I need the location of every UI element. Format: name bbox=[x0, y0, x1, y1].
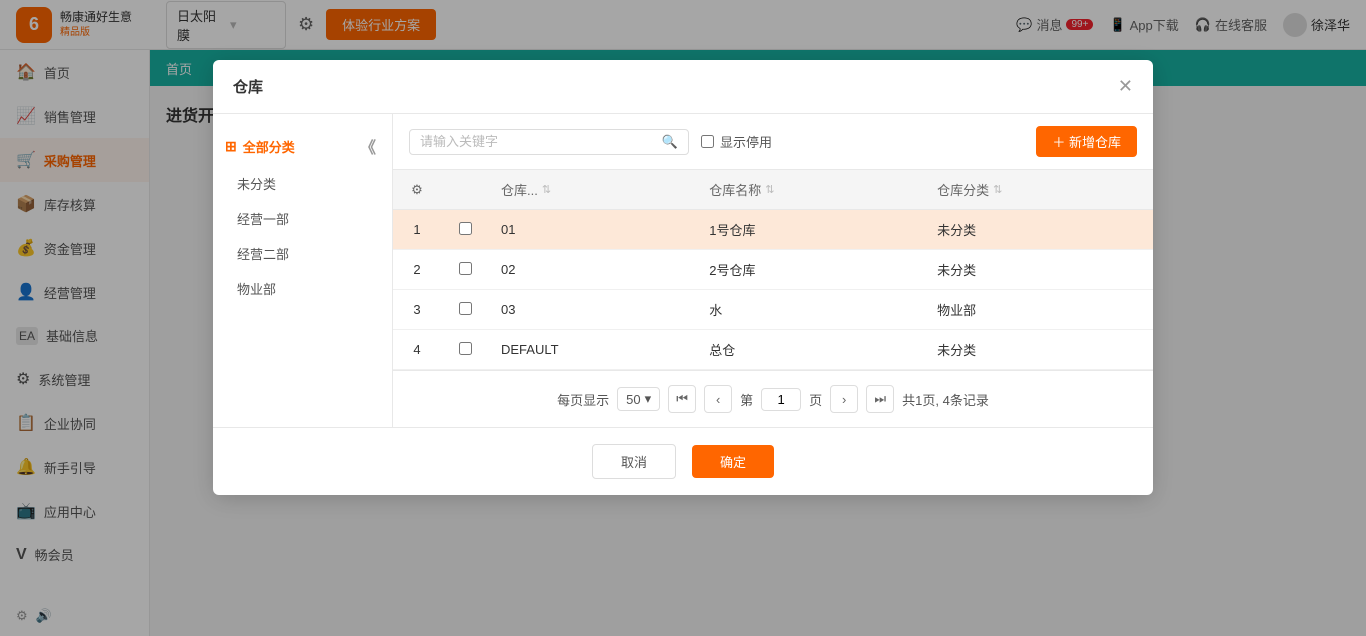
prev-page-button[interactable]: ‹ bbox=[704, 385, 732, 413]
row4-no: 4 bbox=[393, 330, 441, 370]
row3-check[interactable] bbox=[441, 290, 489, 330]
th-check bbox=[441, 170, 489, 210]
category-item-ops2[interactable]: 经营二部 bbox=[213, 236, 392, 271]
table-row[interactable]: 3 03 水 物业部 bbox=[393, 290, 1153, 330]
modal-body: ⊞ 全部分类 《 未分类 经营一部 经营二部 物业部 🔍 显示停用 bbox=[213, 114, 1153, 427]
row2-category: 未分类 bbox=[925, 250, 1153, 290]
pagination: 每页显示 50 ▾ ⏮ ‹ 第 页 › ⏭ 共1页, 4条记录 bbox=[393, 370, 1153, 427]
row4-category: 未分类 bbox=[925, 330, 1153, 370]
first-page-button[interactable]: ⏮ bbox=[668, 385, 696, 413]
row3-name: 水 bbox=[697, 290, 925, 330]
th-code[interactable]: 仓库... ⇅ bbox=[489, 170, 697, 210]
row2-no: 2 bbox=[393, 250, 441, 290]
row2-code: 02 bbox=[489, 250, 697, 290]
next-page-button[interactable]: › bbox=[830, 385, 858, 413]
modal-header: 仓库 ✕ bbox=[213, 60, 1153, 114]
category-item-property[interactable]: 物业部 bbox=[213, 271, 392, 306]
row1-category: 未分类 bbox=[925, 210, 1153, 250]
th-setting[interactable]: ⚙ bbox=[393, 170, 441, 210]
th-category[interactable]: 仓库分类 ⇅ bbox=[925, 170, 1153, 210]
sort-name-icon: ⇅ bbox=[765, 183, 774, 196]
confirm-button[interactable]: 确定 bbox=[692, 445, 774, 478]
table-row[interactable]: 4 DEFAULT 总仓 未分类 bbox=[393, 330, 1153, 370]
row1-no: 1 bbox=[393, 210, 441, 250]
last-page-button[interactable]: ⏭ bbox=[866, 385, 894, 413]
row4-name: 总仓 bbox=[697, 330, 925, 370]
modal-title: 仓库 bbox=[233, 76, 263, 97]
table-row[interactable]: 2 02 2号仓库 未分类 bbox=[393, 250, 1153, 290]
row1-checkbox[interactable] bbox=[459, 222, 472, 235]
row3-category: 物业部 bbox=[925, 290, 1153, 330]
category-item-uncategorized[interactable]: 未分类 bbox=[213, 166, 392, 201]
category-item-ops1[interactable]: 经营一部 bbox=[213, 201, 392, 236]
table-panel: 🔍 显示停用 ＋ 新增仓库 ⚙ bbox=[393, 114, 1153, 427]
category-grid-icon: ⊞ bbox=[225, 138, 237, 155]
row2-name: 2号仓库 bbox=[697, 250, 925, 290]
row3-code: 03 bbox=[489, 290, 697, 330]
toolbar-right: ＋ 新增仓库 bbox=[1036, 126, 1137, 157]
category-all-header[interactable]: ⊞ 全部分类 《 bbox=[213, 126, 392, 166]
row1-check[interactable] bbox=[441, 210, 489, 250]
row4-check[interactable] bbox=[441, 330, 489, 370]
table-header-row: ⚙ 仓库... ⇅ 仓库名称 ⇅ bbox=[393, 170, 1153, 210]
page-number-input[interactable] bbox=[761, 388, 801, 411]
modal-footer: 取消 确定 bbox=[213, 427, 1153, 495]
row2-checkbox[interactable] bbox=[459, 262, 472, 275]
show-disabled-checkbox[interactable] bbox=[701, 135, 714, 148]
row2-check[interactable] bbox=[441, 250, 489, 290]
sort-code-icon: ⇅ bbox=[542, 183, 551, 196]
modal-close-icon[interactable]: ✕ bbox=[1118, 76, 1133, 97]
data-table: ⚙ 仓库... ⇅ 仓库名称 ⇅ bbox=[393, 170, 1153, 370]
th-name[interactable]: 仓库名称 ⇅ bbox=[697, 170, 925, 210]
row1-code: 01 bbox=[489, 210, 697, 250]
page-size-chevron-icon: ▾ bbox=[645, 391, 652, 407]
add-warehouse-button[interactable]: ＋ 新增仓库 bbox=[1036, 126, 1137, 157]
table-row[interactable]: 1 01 1号仓库 未分类 bbox=[393, 210, 1153, 250]
row1-name: 1号仓库 bbox=[697, 210, 925, 250]
search-box: 🔍 bbox=[409, 129, 689, 155]
show-disabled-label[interactable]: 显示停用 bbox=[701, 132, 772, 151]
row3-checkbox[interactable] bbox=[459, 302, 472, 315]
search-icon[interactable]: 🔍 bbox=[662, 134, 678, 150]
sort-category-icon: ⇅ bbox=[993, 183, 1002, 196]
row3-no: 3 bbox=[393, 290, 441, 330]
table-toolbar: 🔍 显示停用 ＋ 新增仓库 bbox=[393, 114, 1153, 170]
search-input[interactable] bbox=[420, 134, 662, 149]
collapse-button[interactable]: 《 bbox=[360, 134, 376, 158]
page-size-select[interactable]: 50 ▾ bbox=[617, 387, 660, 411]
row4-code: DEFAULT bbox=[489, 330, 697, 370]
cancel-button[interactable]: 取消 bbox=[592, 444, 676, 479]
warehouse-table: ⚙ 仓库... ⇅ 仓库名称 ⇅ bbox=[393, 170, 1153, 370]
row4-checkbox[interactable] bbox=[459, 342, 472, 355]
warehouse-modal: 仓库 ✕ ⊞ 全部分类 《 未分类 经营一部 经营二部 物业部 bbox=[213, 60, 1153, 495]
category-panel: ⊞ 全部分类 《 未分类 经营一部 经营二部 物业部 bbox=[213, 114, 393, 427]
